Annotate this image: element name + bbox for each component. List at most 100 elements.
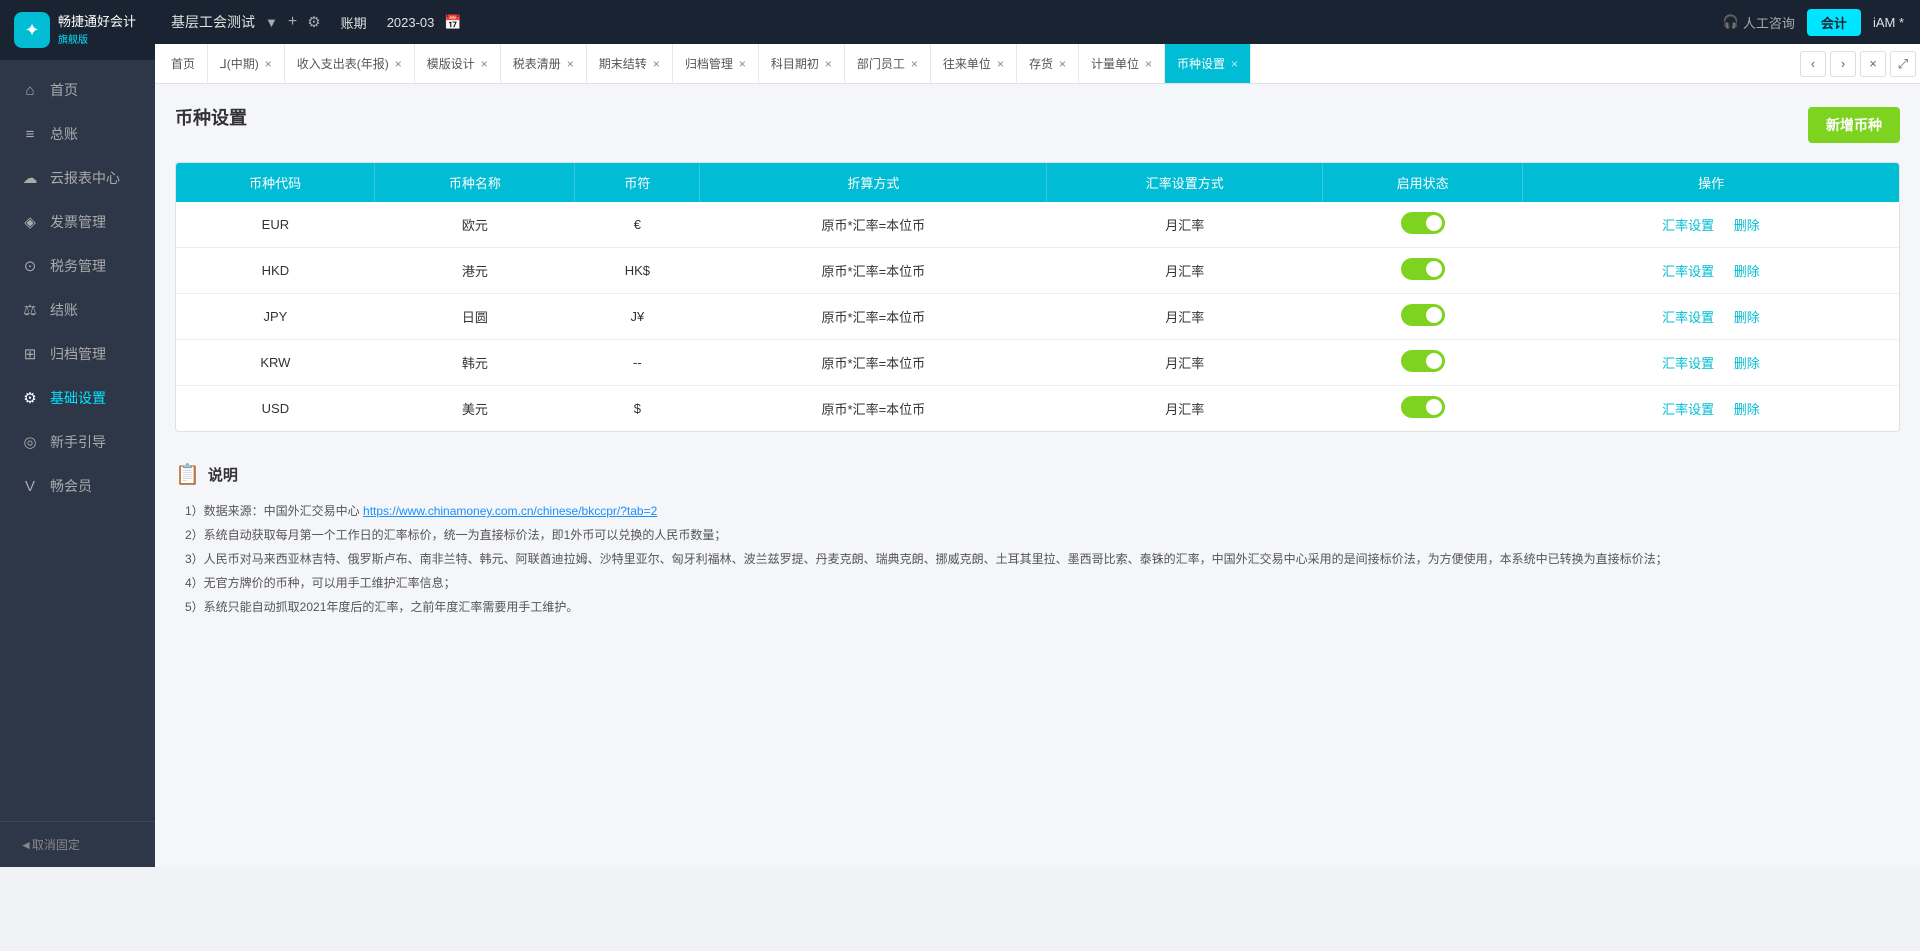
sidebar-item-ledger[interactable]: ≡ 总账 — [0, 112, 155, 156]
tab-clients[interactable]: 往来单位 × — [931, 44, 1017, 84]
tab-close-icon[interactable]: × — [265, 57, 272, 71]
sidebar-pin-toggle[interactable]: ◄取消固定 — [0, 821, 155, 867]
reports-icon: ☁ — [20, 169, 40, 187]
sidebar-item-settings[interactable]: ⚙ 基础设置 — [0, 376, 155, 420]
cell-name: 日圆 — [375, 294, 575, 340]
delete-link[interactable]: 删除 — [1734, 356, 1760, 371]
add-icon[interactable]: + — [288, 13, 297, 31]
new-currency-button[interactable]: 新增币种 — [1808, 107, 1900, 143]
cell-code: JPY — [176, 294, 375, 340]
ledger-icon: ≡ — [20, 126, 40, 143]
table-row: EUR 欧元 € 原币*汇率=本位币 月汇率 汇率设置 删除 — [176, 202, 1899, 248]
rate-setting-link[interactable]: 汇率设置 — [1662, 356, 1714, 371]
notice-item: 3）人民币对马来西亚林吉特、俄罗斯卢布、南非兰特、韩元、阿联酋迪拉姆、沙特里亚尔… — [185, 547, 1900, 571]
delete-link[interactable]: 删除 — [1734, 264, 1760, 279]
tab-prev-button[interactable]: ‹ — [1800, 51, 1826, 77]
delete-link[interactable]: 删除 — [1734, 218, 1760, 233]
currency-table: 币种代码 币种名称 币符 折算方式 汇率设置方式 启用状态 操作 EUR 欧元 … — [175, 162, 1900, 432]
app-name: 畅捷通好会计 — [58, 14, 136, 31]
tab-close-icon[interactable]: × — [911, 57, 918, 71]
notice-body: 1）数据来源：中国外汇交易中心 https://www.chinamoney.c… — [175, 499, 1900, 619]
tab-close-icon[interactable]: × — [481, 57, 488, 71]
tab-filing[interactable]: 归档管理 × — [673, 44, 759, 84]
settings-icon: ⚙ — [20, 389, 40, 407]
tab-close-icon[interactable]: × — [395, 57, 402, 71]
sidebar-item-label: 新手引导 — [50, 432, 106, 452]
calendar-icon[interactable]: 📅 — [444, 14, 461, 31]
delete-link[interactable]: 删除 — [1734, 310, 1760, 325]
main-content: 币种设置 新增币种 币种代码 币种名称 币符 折算方式 汇率设置方式 启用状态 … — [155, 84, 1920, 867]
cell-status — [1323, 340, 1523, 386]
rate-setting-link[interactable]: 汇率设置 — [1662, 218, 1714, 233]
cell-action: 汇率设置 删除 — [1523, 340, 1899, 386]
tab-close-all-button[interactable]: × — [1860, 51, 1886, 77]
tab-balance[interactable]: ⅃(中期) × — [208, 44, 285, 84]
cell-calc: 原币*汇率=本位币 — [700, 340, 1047, 386]
help-button[interactable]: 🎧 人工咨询 — [1723, 13, 1795, 32]
dropdown-icon[interactable]: ▼ — [265, 15, 278, 30]
status-toggle[interactable] — [1401, 350, 1445, 372]
cell-status — [1323, 386, 1523, 432]
app-logo-icon: ✦ — [14, 12, 50, 48]
tab-label: 首页 — [171, 55, 195, 72]
notice-header: 📋 说明 — [175, 462, 1900, 487]
cell-rate-type: 月汇率 — [1047, 248, 1323, 294]
status-toggle[interactable] — [1401, 212, 1445, 234]
tab-staff[interactable]: 部门员工 × — [845, 44, 931, 84]
tab-close-icon[interactable]: × — [1145, 57, 1152, 71]
tab-income[interactable]: 收入支出表(年报) × — [285, 44, 415, 84]
table-row: JPY 日圆 J¥ 原币*汇率=本位币 月汇率 汇率设置 删除 — [176, 294, 1899, 340]
tab-subjects[interactable]: 科目期初 × — [759, 44, 845, 84]
notice-external-link[interactable]: https://www.chinamoney.com.cn/chinese/bk… — [363, 504, 657, 518]
cell-symbol: € — [575, 202, 700, 248]
table-row: USD 美元 $ 原币*汇率=本位币 月汇率 汇率设置 删除 — [176, 386, 1899, 432]
tab-close-icon[interactable]: × — [567, 57, 574, 71]
tab-close-icon[interactable]: × — [1059, 57, 1066, 71]
tab-template[interactable]: 模版设计 × — [415, 44, 501, 84]
gear-icon[interactable]: ⚙ — [307, 13, 320, 31]
tab-next-button[interactable]: › — [1830, 51, 1856, 77]
sidebar-item-tax[interactable]: ⊙ 税务管理 — [0, 244, 155, 288]
sidebar-item-label: 基础设置 — [50, 388, 106, 408]
tab-home[interactable]: 首页 — [159, 44, 208, 84]
tab-label: 部门员工 — [857, 55, 905, 72]
notice-item: 1）数据来源：中国外汇交易中心 https://www.chinamoney.c… — [185, 499, 1900, 523]
tab-close-icon[interactable]: × — [1231, 57, 1238, 71]
rate-setting-link[interactable]: 汇率设置 — [1662, 402, 1714, 417]
tab-units[interactable]: 计量单位 × — [1079, 44, 1165, 84]
sidebar-item-home[interactable]: ⌂ 首页 — [0, 68, 155, 112]
tab-currency[interactable]: 币种设置 × — [1165, 44, 1251, 84]
tab-close-icon[interactable]: × — [739, 57, 746, 71]
rate-setting-link[interactable]: 汇率设置 — [1662, 310, 1714, 325]
tab-close-icon[interactable]: × — [653, 57, 660, 71]
sidebar-nav: ⌂ 首页 ≡ 总账 ☁ 云报表中心 ◈ 发票管理 ⊙ 税务管理 ⚖ 结账 ⊞ 归… — [0, 60, 155, 821]
cell-name: 美元 — [375, 386, 575, 432]
rate-setting-link[interactable]: 汇率设置 — [1662, 264, 1714, 279]
delete-link[interactable]: 删除 — [1734, 402, 1760, 417]
cell-calc: 原币*汇率=本位币 — [700, 294, 1047, 340]
cell-symbol: HK$ — [575, 248, 700, 294]
tab-label: 收入支出表(年报) — [297, 55, 389, 72]
tab-expand-button[interactable]: ⤢ — [1890, 51, 1916, 77]
tab-close-icon[interactable]: × — [997, 57, 1004, 71]
status-toggle[interactable] — [1401, 396, 1445, 418]
notice-item: 2）系统自动获取每月第一个工作日的汇率标价，统一为直接标价法，即1外币可以兑换的… — [185, 523, 1900, 547]
sidebar-item-reports[interactable]: ☁ 云报表中心 — [0, 156, 155, 200]
status-toggle[interactable] — [1401, 304, 1445, 326]
sidebar-item-invoice[interactable]: ◈ 发票管理 — [0, 200, 155, 244]
tab-period-end[interactable]: 期末结转 × — [587, 44, 673, 84]
col-name: 币种名称 — [375, 163, 575, 202]
tab-inventory[interactable]: 存货 × — [1017, 44, 1079, 84]
tab-taxclear[interactable]: 税表清册 × — [501, 44, 587, 84]
status-toggle[interactable] — [1401, 258, 1445, 280]
sidebar-item-checkout[interactable]: ⚖ 结账 — [0, 288, 155, 332]
sidebar-item-guide[interactable]: ◎ 新手引导 — [0, 420, 155, 464]
cell-code: HKD — [176, 248, 375, 294]
sidebar-item-member[interactable]: V 畅会员 — [0, 464, 155, 508]
tab-close-icon[interactable]: × — [825, 57, 832, 71]
col-symbol: 币符 — [575, 163, 700, 202]
sidebar-item-archive[interactable]: ⊞ 归档管理 — [0, 332, 155, 376]
account-type-button[interactable]: 会计 — [1807, 9, 1861, 36]
tab-label: 往来单位 — [943, 55, 991, 72]
home-icon: ⌂ — [20, 82, 40, 99]
